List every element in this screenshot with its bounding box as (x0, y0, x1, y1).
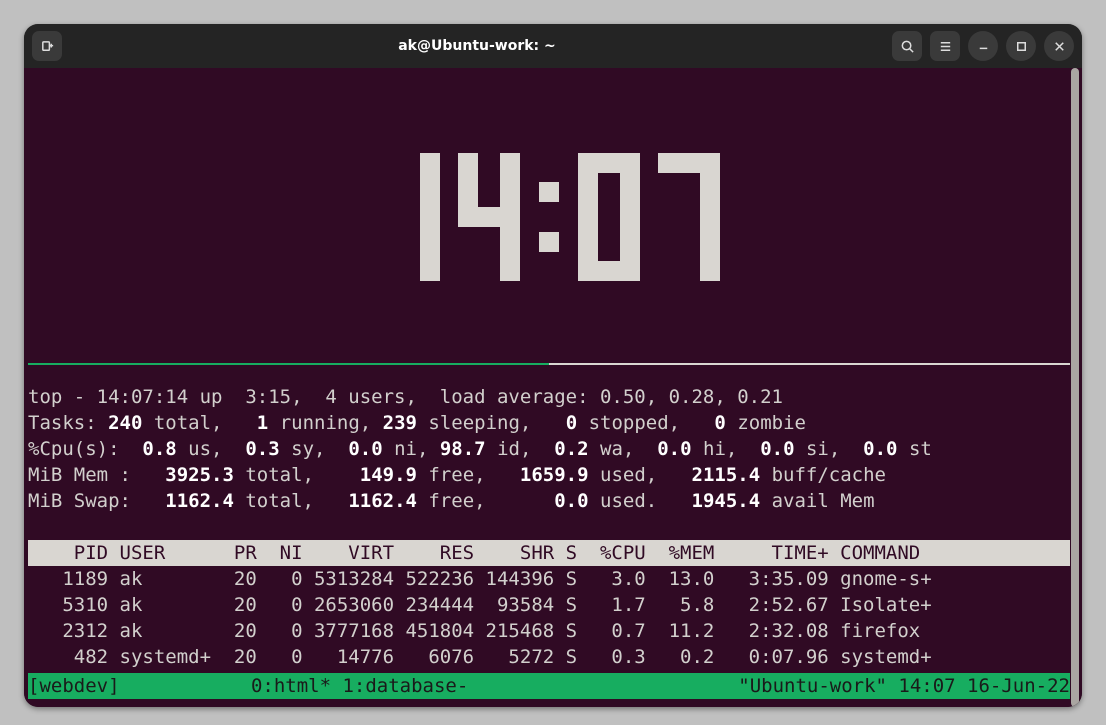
search-button[interactable] (892, 31, 922, 61)
pane-divider[interactable] (28, 363, 1070, 365)
tmux-windows[interactable]: 0:html* 1:database- (131, 673, 738, 699)
tmux-session[interactable]: [webdev] (28, 673, 131, 699)
clock-digit (578, 153, 640, 281)
clock-pane (28, 72, 1070, 362)
clock-colon (538, 153, 560, 281)
clock-digit (658, 153, 720, 281)
clock-digit (378, 153, 440, 281)
terminal-window: ak@Ubuntu-work: ~ top - 14:07:14 u (24, 24, 1082, 707)
window-title: ak@Ubuntu-work: ~ (398, 38, 556, 54)
tmux-status[interactable]: [webdev] 0:html* 1:database- "Ubuntu-wor… (28, 673, 1070, 699)
process-rows: 1189 ak 20 0 5313284 522236 144396 S 3.0… (28, 566, 1070, 670)
clock-digit (458, 153, 520, 281)
top-summary: top - 14:07:14 up 3:15, 4 users, load av… (28, 384, 1070, 514)
maximize-button[interactable] (1006, 31, 1036, 61)
tmux-clock: "Ubuntu-work" 14:07 16-Jun-22 (738, 673, 1070, 699)
menu-button[interactable] (930, 31, 960, 61)
process-header: PID USER PR NI VIRT RES SHR S %CPU %MEM … (28, 540, 1070, 566)
close-button[interactable] (1044, 31, 1074, 61)
minimize-button[interactable] (968, 31, 998, 61)
scrollbar[interactable] (1071, 68, 1079, 707)
terminal-content[interactable]: top - 14:07:14 up 3:15, 4 users, load av… (24, 68, 1082, 707)
titlebar: ak@Ubuntu-work: ~ (24, 24, 1082, 68)
new-tab-button[interactable] (32, 31, 62, 61)
